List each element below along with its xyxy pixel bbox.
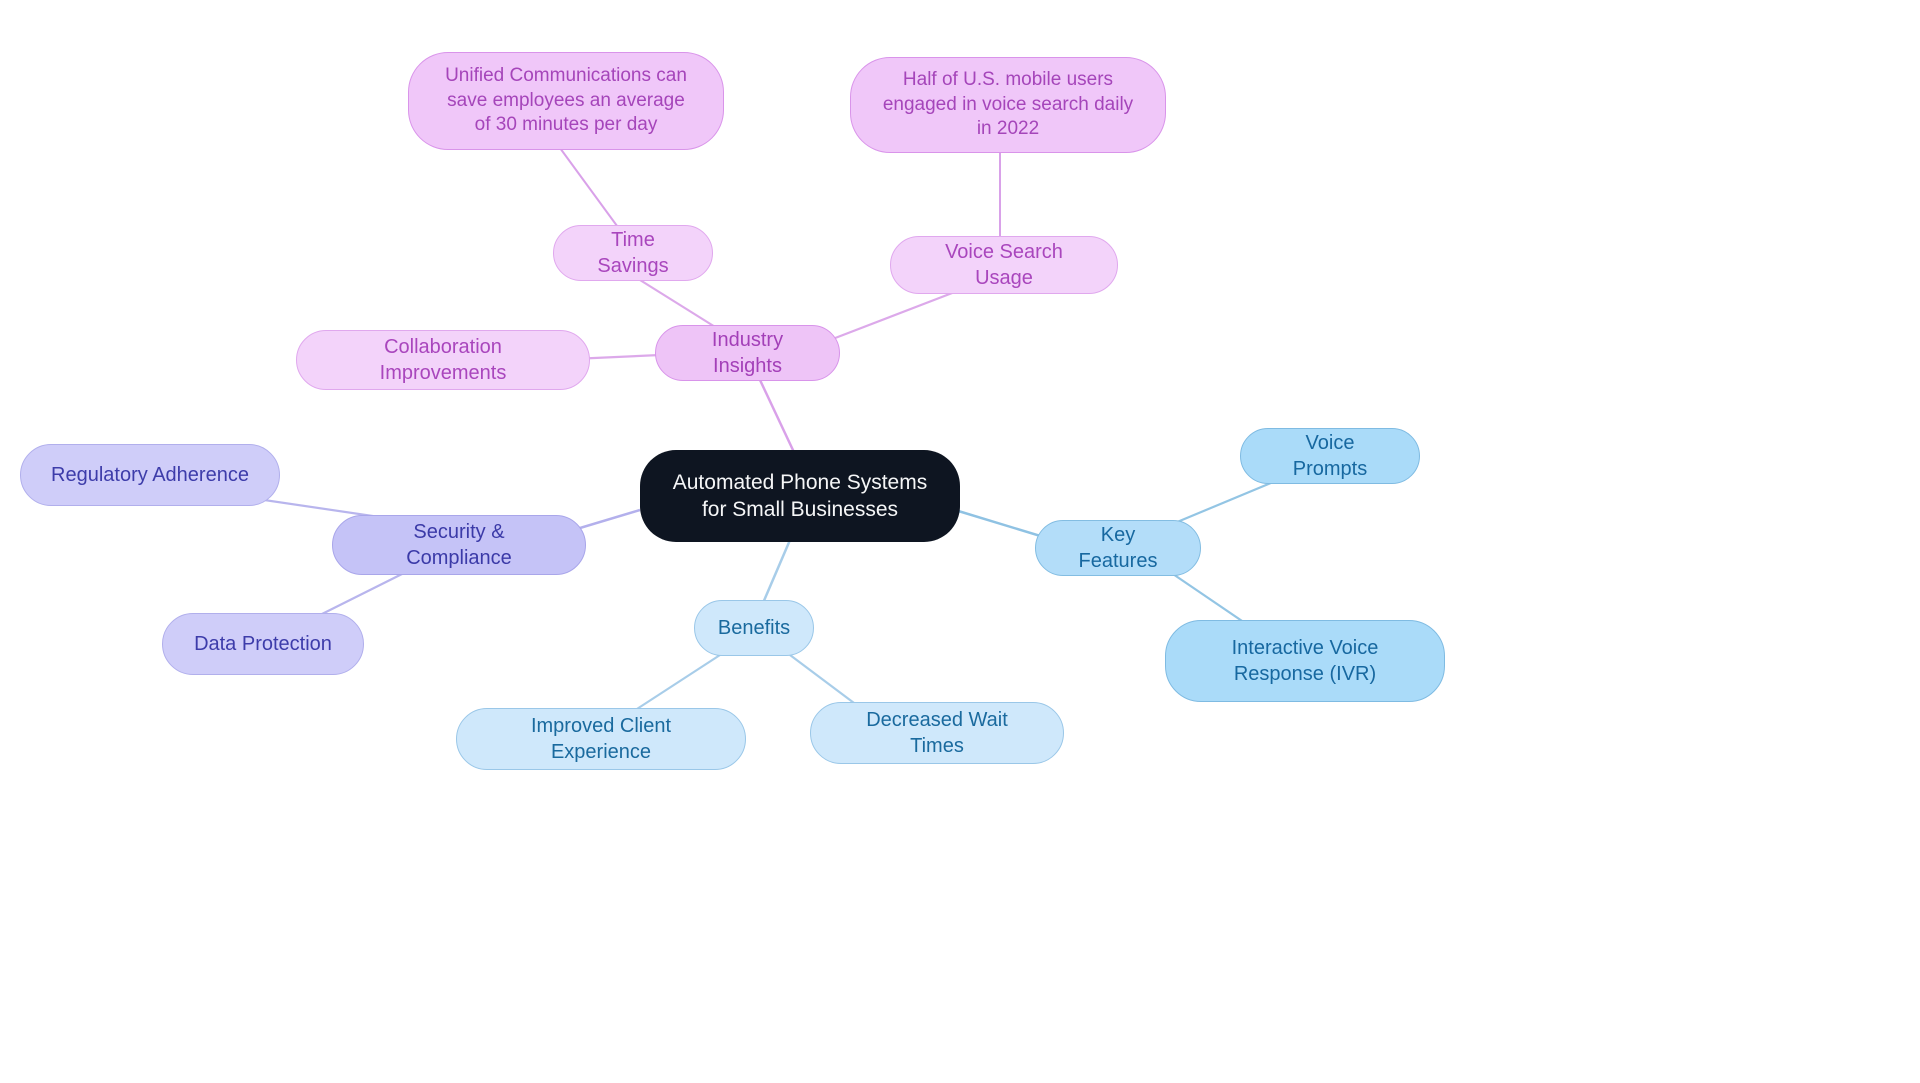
collaboration-label: Collaboration Improvements	[325, 334, 561, 386]
regulatory-label: Regulatory Adherence	[51, 462, 249, 488]
client-experience-label: Improved Client Experience	[485, 713, 717, 765]
ivr-label: Interactive Voice Response (IVR)	[1194, 635, 1416, 687]
industry-insights-node[interactable]: Industry Insights	[655, 325, 840, 381]
center-node[interactable]: Automated Phone Systems for Small Busine…	[640, 450, 960, 542]
key-features-node[interactable]: Key Features	[1035, 520, 1201, 576]
ivr-node[interactable]: Interactive Voice Response (IVR)	[1165, 620, 1445, 702]
security-node[interactable]: Security & Compliance	[332, 515, 586, 575]
voice-search-leaf-node[interactable]: Half of U.S. mobile users engaged in voi…	[850, 57, 1166, 153]
edge-layer	[0, 0, 1920, 1083]
voice-prompts-node[interactable]: Voice Prompts	[1240, 428, 1420, 484]
voice-search-label: Voice Search Usage	[919, 239, 1089, 291]
voice-search-leaf-label: Half of U.S. mobile users engaged in voi…	[879, 68, 1137, 142]
data-protection-node[interactable]: Data Protection	[162, 613, 364, 675]
voice-search-node[interactable]: Voice Search Usage	[890, 236, 1118, 294]
voice-prompts-label: Voice Prompts	[1269, 430, 1391, 482]
industry-insights-label: Industry Insights	[684, 327, 811, 379]
wait-times-label: Decreased Wait Times	[839, 707, 1035, 759]
wait-times-node[interactable]: Decreased Wait Times	[810, 702, 1064, 764]
regulatory-node[interactable]: Regulatory Adherence	[20, 444, 280, 506]
time-savings-label: Time Savings	[582, 227, 684, 279]
time-savings-leaf-node[interactable]: Unified Communications can save employee…	[408, 52, 724, 150]
time-savings-node[interactable]: Time Savings	[553, 225, 713, 281]
collaboration-node[interactable]: Collaboration Improvements	[296, 330, 590, 390]
data-protection-label: Data Protection	[194, 631, 332, 657]
client-experience-node[interactable]: Improved Client Experience	[456, 708, 746, 770]
security-label: Security & Compliance	[361, 519, 557, 571]
time-savings-leaf-label: Unified Communications can save employee…	[437, 64, 695, 138]
key-features-label: Key Features	[1064, 522, 1172, 574]
center-label: Automated Phone Systems for Small Busine…	[668, 469, 932, 524]
benefits-node[interactable]: Benefits	[694, 600, 814, 656]
benefits-label: Benefits	[718, 615, 790, 641]
